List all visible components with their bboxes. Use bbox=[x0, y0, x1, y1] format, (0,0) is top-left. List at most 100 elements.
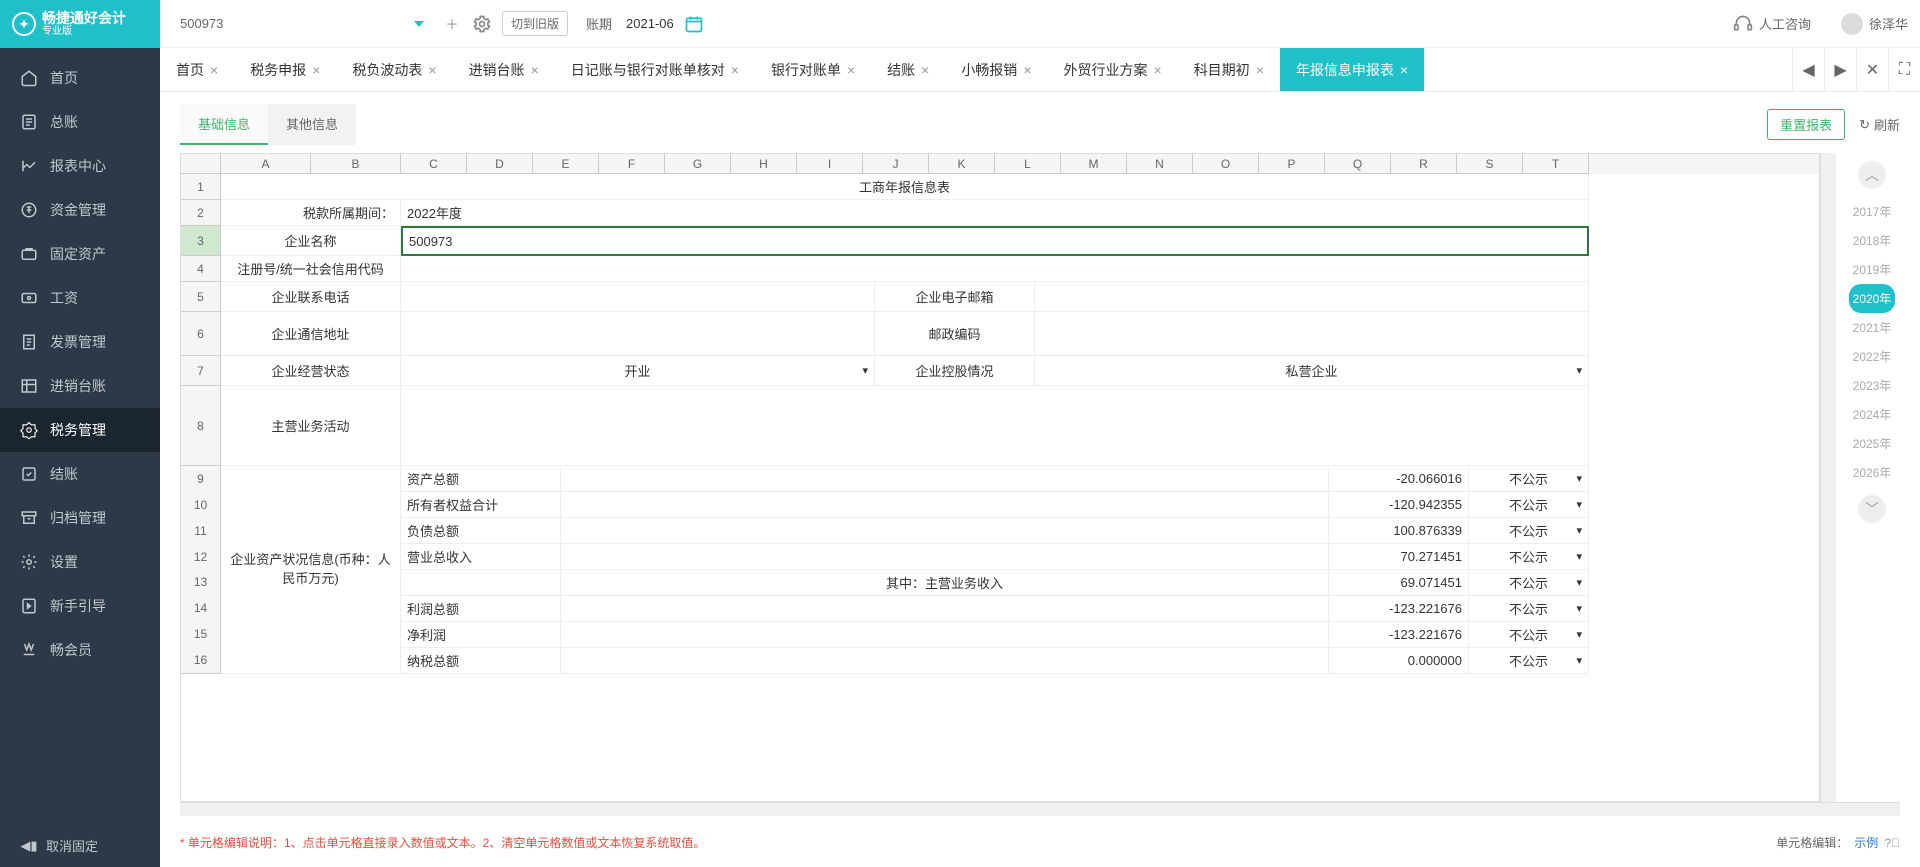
asset-row-publish-select[interactable]: 不公示 bbox=[1469, 622, 1589, 648]
company-name-input[interactable]: 500973 bbox=[401, 226, 1589, 256]
tab[interactable]: 外贸行业方案× bbox=[1048, 48, 1178, 91]
tax-period-value[interactable]: 2022年度 bbox=[401, 200, 1589, 226]
sidebar-item-report[interactable]: 报表中心 bbox=[0, 144, 160, 188]
tabs-prev-button[interactable]: ◀ bbox=[1792, 48, 1824, 92]
asset-row-value[interactable]: 0.000000 bbox=[1329, 648, 1469, 674]
asset-row-blank[interactable] bbox=[561, 518, 1329, 544]
tab[interactable]: 结账× bbox=[871, 48, 945, 91]
year-item[interactable]: 2025年 bbox=[1849, 429, 1896, 458]
tab-close-icon[interactable]: × bbox=[428, 62, 436, 78]
tab-close-icon[interactable]: × bbox=[847, 62, 855, 78]
holding-select[interactable]: 私营企业 bbox=[1035, 356, 1589, 386]
asset-row-value[interactable]: -123.221676 bbox=[1329, 622, 1469, 648]
user-menu[interactable]: 徐泽华 bbox=[1841, 13, 1908, 35]
tab[interactable]: 年报信息申报表× bbox=[1280, 48, 1424, 91]
asset-row-blank[interactable] bbox=[561, 596, 1329, 622]
sidebar-item-close[interactable]: 结账 bbox=[0, 452, 160, 496]
tabs-close-button[interactable]: ✕ bbox=[1856, 48, 1888, 92]
year-up-button[interactable]: ︿ bbox=[1858, 161, 1886, 189]
row-header[interactable]: 7 bbox=[181, 356, 221, 386]
asset-row-blank[interactable] bbox=[561, 492, 1329, 518]
asset-row-blank[interactable] bbox=[561, 648, 1329, 674]
row-header[interactable]: 910111213141516 bbox=[181, 466, 221, 674]
asset-row-value[interactable]: -20.066016 bbox=[1329, 466, 1469, 492]
row-header[interactable]: 3 bbox=[181, 226, 221, 256]
reg-code-input[interactable] bbox=[401, 256, 1589, 282]
col-header[interactable]: T bbox=[1523, 154, 1589, 174]
col-header[interactable]: I bbox=[797, 154, 863, 174]
col-header[interactable]: J bbox=[863, 154, 929, 174]
row-header[interactable]: 4 bbox=[181, 256, 221, 282]
asset-row-value[interactable]: -123.221676 bbox=[1329, 596, 1469, 622]
company-select[interactable]: 500973 bbox=[172, 9, 432, 39]
refresh-button[interactable]: ↻ 刷新 bbox=[1859, 115, 1900, 134]
col-header[interactable]: L bbox=[995, 154, 1061, 174]
col-header[interactable]: H bbox=[731, 154, 797, 174]
tab[interactable]: 税负波动表× bbox=[336, 48, 452, 91]
tab[interactable]: 首页× bbox=[160, 48, 234, 91]
tab[interactable]: 税务申报× bbox=[234, 48, 336, 91]
sidebar-item-guide[interactable]: 新手引导 bbox=[0, 584, 160, 628]
sidebar-item-stock[interactable]: 进销台账 bbox=[0, 364, 160, 408]
tab-close-icon[interactable]: × bbox=[1154, 62, 1162, 78]
col-header[interactable]: F bbox=[599, 154, 665, 174]
sidebar-item-salary[interactable]: 工资 bbox=[0, 276, 160, 320]
tab-close-icon[interactable]: × bbox=[921, 62, 929, 78]
sidebar-item-invoice[interactable]: 发票管理 bbox=[0, 320, 160, 364]
asset-row-value[interactable]: 69.071451 bbox=[1329, 570, 1469, 596]
horizontal-scrollbar[interactable] bbox=[180, 802, 1900, 816]
sidebar-item-asset[interactable]: 固定资产 bbox=[0, 232, 160, 276]
col-header[interactable]: Q bbox=[1325, 154, 1391, 174]
sidebar-item-home[interactable]: 首页 bbox=[0, 56, 160, 100]
year-item[interactable]: 2022年 bbox=[1849, 342, 1896, 371]
year-item[interactable]: 2026年 bbox=[1849, 458, 1896, 487]
row-header[interactable]: 1 bbox=[181, 174, 221, 200]
year-item[interactable]: 2023年 bbox=[1849, 371, 1896, 400]
spreadsheet[interactable]: ABCDEFGHIJKLMNOPQRST1工商年报信息表2税款所属期间：2022… bbox=[180, 153, 1820, 802]
tab-close-icon[interactable]: × bbox=[1256, 62, 1264, 78]
col-header[interactable]: G bbox=[665, 154, 731, 174]
year-item[interactable]: 2024年 bbox=[1849, 400, 1896, 429]
tab-close-icon[interactable]: × bbox=[531, 62, 539, 78]
tab-close-icon[interactable]: × bbox=[1400, 62, 1408, 78]
vertical-scrollbar[interactable] bbox=[1820, 153, 1836, 802]
address-input[interactable] bbox=[401, 312, 875, 356]
asset-row-publish-select[interactable]: 不公示 bbox=[1469, 648, 1589, 674]
row-header[interactable]: 8 bbox=[181, 386, 221, 466]
year-item[interactable]: 2021年 bbox=[1849, 313, 1896, 342]
subtab-other[interactable]: 其他信息 bbox=[268, 104, 356, 145]
col-header[interactable]: R bbox=[1391, 154, 1457, 174]
tabs-next-button[interactable]: ▶ bbox=[1824, 48, 1856, 92]
sidebar-item-tax[interactable]: 税务管理 bbox=[0, 408, 160, 452]
sidebar-item-ledger[interactable]: 总账 bbox=[0, 100, 160, 144]
sidebar-item-vip[interactable]: 畅会员 bbox=[0, 628, 160, 672]
asset-row-blank[interactable] bbox=[561, 466, 1329, 492]
year-item[interactable]: 2020年 bbox=[1849, 284, 1896, 313]
asset-row-publish-select[interactable]: 不公示 bbox=[1469, 570, 1589, 596]
col-header[interactable]: E bbox=[533, 154, 599, 174]
fullscreen-icon[interactable]: ⛶ bbox=[1888, 48, 1920, 92]
year-item[interactable]: 2017年 bbox=[1849, 197, 1896, 226]
example-link[interactable]: 示例 bbox=[1854, 834, 1878, 851]
help-icon[interactable]: ?⃝ bbox=[1884, 836, 1900, 850]
switch-old-button[interactable]: 切到旧版 bbox=[502, 11, 568, 36]
postcode-input[interactable] bbox=[1035, 312, 1589, 356]
asset-row-value[interactable]: 100.876339 bbox=[1329, 518, 1469, 544]
asset-row-publish-select[interactable]: 不公示 bbox=[1469, 544, 1589, 570]
unpin-button[interactable]: ◀▮ 取消固定 bbox=[0, 824, 160, 867]
year-item[interactable]: 2018年 bbox=[1849, 226, 1896, 255]
asset-row-publish-select[interactable]: 不公示 bbox=[1469, 492, 1589, 518]
col-header[interactable]: O bbox=[1193, 154, 1259, 174]
period-value[interactable]: 2021-06 bbox=[626, 16, 674, 31]
sidebar-item-setting[interactable]: 设置 bbox=[0, 540, 160, 584]
asset-row-publish-select[interactable]: 不公示 bbox=[1469, 518, 1589, 544]
asset-row-publish-select[interactable]: 不公示 bbox=[1469, 596, 1589, 622]
asset-row-publish-select[interactable]: 不公示 bbox=[1469, 466, 1589, 492]
tab[interactable]: 小畅报销× bbox=[945, 48, 1047, 91]
row-header[interactable]: 5 bbox=[181, 282, 221, 312]
col-header[interactable]: C bbox=[401, 154, 467, 174]
col-header[interactable]: A bbox=[221, 154, 311, 174]
tab-close-icon[interactable]: × bbox=[312, 62, 320, 78]
tab[interactable]: 进销台账× bbox=[453, 48, 555, 91]
asset-row-value[interactable]: 70.271451 bbox=[1329, 544, 1469, 570]
